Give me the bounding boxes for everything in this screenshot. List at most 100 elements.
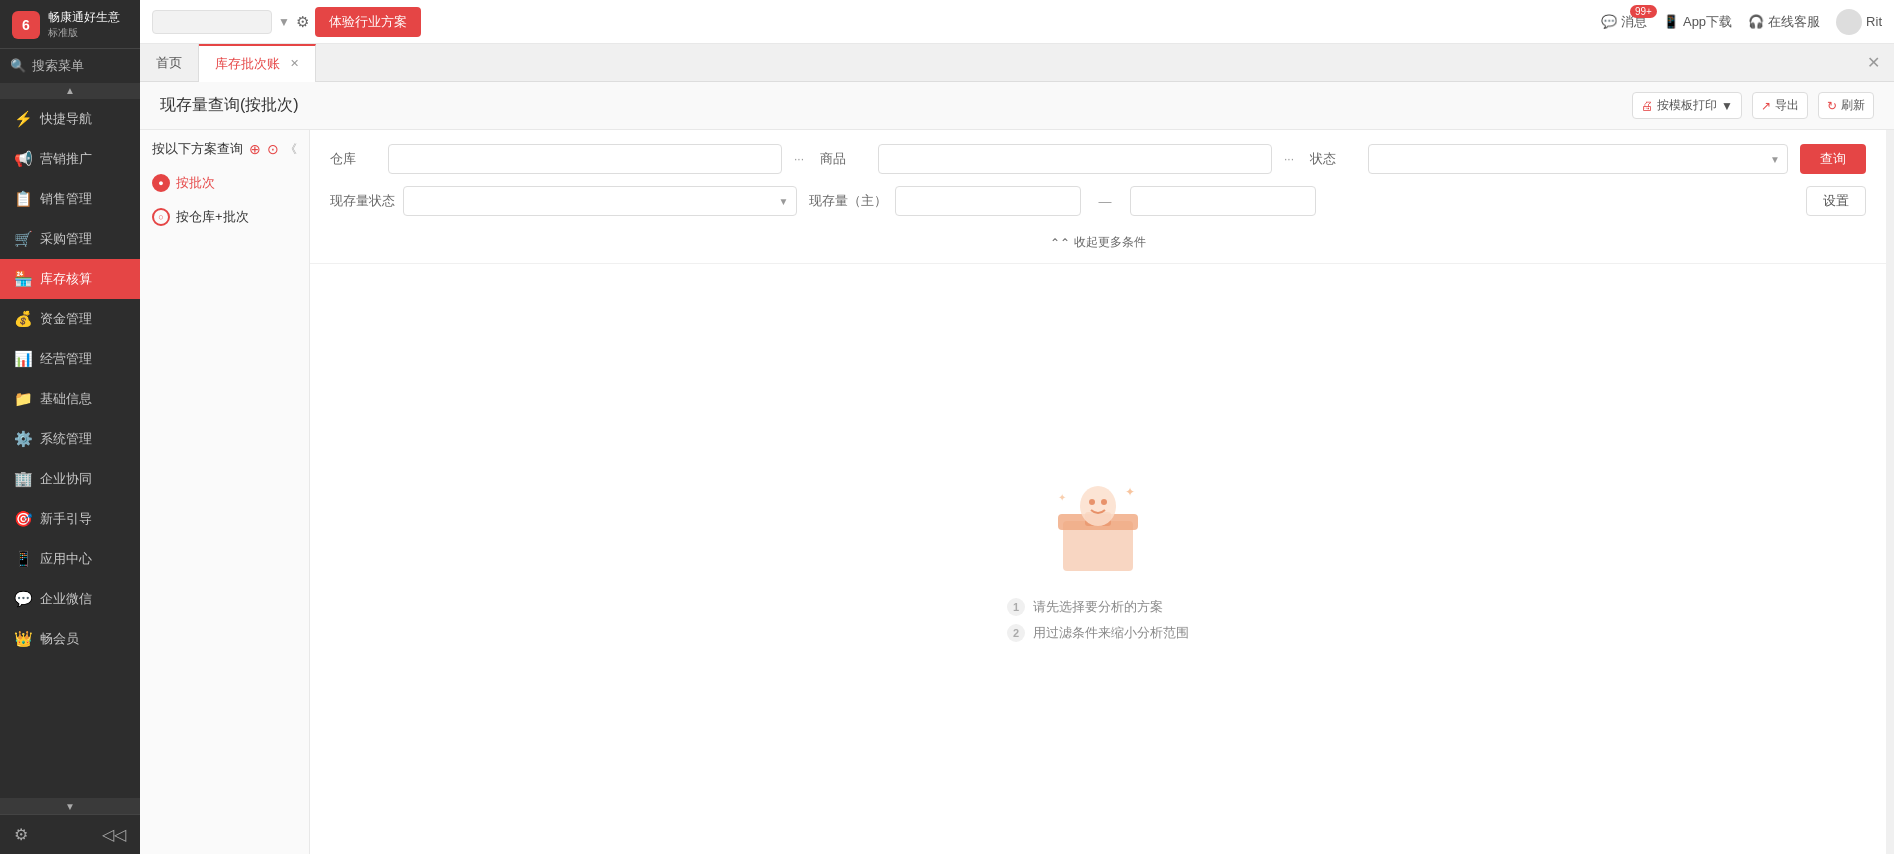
plan-item-warehouse-batch[interactable]: ○ 按仓库+批次	[140, 200, 309, 234]
purchase-icon: 🛒	[14, 230, 32, 248]
sidebar-item-system[interactable]: ⚙️ 系统管理	[0, 419, 140, 459]
right-scrollbar[interactable]	[1886, 130, 1894, 854]
empty-steps: 1 请先选择要分析的方案 2 用过滤条件来缩小分析范围	[1007, 598, 1189, 642]
search-menu-item[interactable]: 🔍 搜索菜单	[0, 49, 140, 83]
warehouse-filter-label: 仓库	[330, 150, 380, 168]
collapse-sidebar-icon[interactable]: ◁◁	[102, 825, 126, 844]
refresh-button[interactable]: ↻ 刷新	[1818, 92, 1874, 119]
sidebar-scroll-down[interactable]: ▼	[0, 798, 140, 814]
stock-status-label: 现存量状态	[330, 192, 395, 210]
messages-item[interactable]: 💬 消息 99+	[1601, 13, 1647, 31]
marketing-label: 营销推广	[40, 150, 92, 168]
product-filter-input[interactable]	[878, 144, 1272, 174]
tabbar: 首页 库存批次账 ✕ ✕	[140, 44, 1894, 82]
empty-step-2: 2 用过滤条件来缩小分析范围	[1007, 624, 1189, 642]
right-panel: 仓库 ··· 商品 ··· 状态	[310, 130, 1886, 854]
sidebar-item-basics[interactable]: 📁 基础信息	[0, 379, 140, 419]
sidebar-nav: ⚡ 快捷导航 📢 营销推广 📋 销售管理 🛒 采购管理 🏪 库存核算 💰 资金管…	[0, 99, 140, 798]
settings-button[interactable]: 设置	[1806, 186, 1866, 216]
refresh-label: 刷新	[1841, 97, 1865, 114]
app-version: 标准版	[48, 26, 120, 40]
stock-status-select-wrapper: ▼	[403, 186, 797, 216]
tab-panel-close-button[interactable]: ✕	[1853, 44, 1894, 82]
sidebar: 6 畅康通好生意 标准版 🔍 搜索菜单 ▲ ⚡ 快捷导航 📢 营销推广 📋 销售…	[0, 0, 140, 854]
settings-plan-icon[interactable]: ⊙	[267, 141, 279, 157]
tab-home[interactable]: 首页	[140, 44, 199, 82]
sidebar-item-sales[interactable]: 📋 销售管理	[0, 179, 140, 219]
purchase-label: 采购管理	[40, 230, 92, 248]
search-menu-label: 搜索菜单	[32, 57, 84, 75]
app-info: 畅康通好生意 标准版	[48, 10, 120, 40]
sidebar-item-appcenter[interactable]: 📱 应用中心	[0, 539, 140, 579]
stock-qty-dash: —	[1089, 194, 1122, 209]
filter-row-2: 现存量状态 ▼ 现存量（主） —	[330, 186, 1866, 216]
tab-close-icon[interactable]: ✕	[290, 57, 299, 70]
stock-qty-to-input[interactable]	[1130, 186, 1316, 216]
plan-warehouse-batch-label: 按仓库+批次	[176, 208, 249, 226]
app-download-label: App下载	[1683, 13, 1732, 31]
operations-label: 经营管理	[40, 350, 92, 368]
inventory-label: 库存核算	[40, 270, 92, 288]
warehouse-more-icon[interactable]: ···	[790, 152, 808, 166]
empty-illustration: ✦ ✦	[1043, 476, 1153, 586]
left-panel: 按以下方案查询 ⊕ ⊙ 《 ● 按批次 ○ 按仓库+批次	[140, 130, 310, 854]
message-icon: 💬	[1601, 14, 1617, 29]
query-button[interactable]: 查询	[1800, 144, 1866, 174]
collapse-left-icon[interactable]: 《	[285, 141, 297, 158]
print-button[interactable]: 🖨 按模板打印 ▼	[1632, 92, 1742, 119]
page-title: 现存量查询(按批次)	[160, 95, 299, 116]
user-item[interactable]: Rit	[1836, 9, 1882, 35]
settings-icon[interactable]: ⚙	[14, 825, 28, 844]
status-select[interactable]	[1368, 144, 1788, 174]
collapse-up-icon: ⌃⌃	[1050, 236, 1070, 250]
step-2-num: 2	[1007, 624, 1025, 642]
sidebar-item-enterprise[interactable]: 🏢 企业协同	[0, 459, 140, 499]
sidebar-item-member[interactable]: 👑 畅会员	[0, 619, 140, 659]
sidebar-item-wechat[interactable]: 💬 企业微信	[0, 579, 140, 619]
step-1-text: 请先选择要分析的方案	[1033, 598, 1163, 616]
industry-solution-button[interactable]: 体验行业方案	[315, 7, 421, 37]
tab-inventory-batch[interactable]: 库存批次账 ✕	[199, 44, 316, 82]
stock-status-select[interactable]	[403, 186, 797, 216]
export-button[interactable]: ↗ 导出	[1752, 92, 1808, 119]
filter-area: 仓库 ··· 商品 ··· 状态	[310, 130, 1886, 264]
enterprise-label: 企业协同	[40, 470, 92, 488]
sidebar-footer: ⚙ ◁◁	[0, 814, 140, 854]
online-service-item[interactable]: 🎧 在线客服	[1748, 13, 1820, 31]
topbar-gear-icon[interactable]: ⚙	[296, 13, 309, 31]
app-download-item[interactable]: 📱 App下载	[1663, 13, 1732, 31]
refresh-icon: ↻	[1827, 99, 1837, 113]
collapse-conditions-button[interactable]: ⌃⌃ 收起更多条件	[330, 228, 1866, 253]
filter-row-1: 仓库 ··· 商品 ··· 状态	[330, 144, 1866, 174]
sidebar-item-finance[interactable]: 💰 资金管理	[0, 299, 140, 339]
sidebar-item-shortcuts[interactable]: ⚡ 快捷导航	[0, 99, 140, 139]
add-plan-icon[interactable]: ⊕	[249, 141, 261, 157]
warehouse-filter-input[interactable]	[388, 144, 782, 174]
sidebar-item-newguide[interactable]: 🎯 新手引导	[0, 499, 140, 539]
sidebar-item-inventory[interactable]: 🏪 库存核算	[0, 259, 140, 299]
member-label: 畅会员	[40, 630, 79, 648]
inventory-icon: 🏪	[14, 270, 32, 288]
product-more-icon[interactable]: ···	[1280, 152, 1298, 166]
appcenter-label: 应用中心	[40, 550, 92, 568]
sidebar-item-operations[interactable]: 📊 经营管理	[0, 339, 140, 379]
search-icon: 🔍	[10, 58, 26, 73]
sidebar-item-purchase[interactable]: 🛒 采购管理	[0, 219, 140, 259]
basics-label: 基础信息	[40, 390, 92, 408]
newguide-label: 新手引导	[40, 510, 92, 528]
page-header: 现存量查询(按批次) 🖨 按模板打印 ▼ ↗ 导出 ↻ 刷新	[140, 82, 1894, 130]
export-label: 导出	[1775, 97, 1799, 114]
sidebar-item-marketing[interactable]: 📢 营销推广	[0, 139, 140, 179]
plan-item-batch[interactable]: ● 按批次	[140, 166, 309, 200]
member-icon: 👑	[14, 630, 32, 648]
sidebar-scroll-up[interactable]: ▲	[0, 83, 140, 99]
topbar-right: 💬 消息 99+ 📱 App下载 🎧 在线客服 Rit	[1601, 9, 1882, 35]
wechat-icon: 💬	[14, 590, 32, 608]
stock-qty-from-input[interactable]	[895, 186, 1081, 216]
topbar-search-input[interactable]	[152, 10, 272, 34]
sidebar-header: 6 畅康通好生意 标准版	[0, 0, 140, 49]
status-filter-field: 状态 ▼	[1310, 144, 1788, 174]
step-1-num: 1	[1007, 598, 1025, 616]
topbar-dropdown-arrow[interactable]: ▼	[278, 15, 290, 29]
finance-label: 资金管理	[40, 310, 92, 328]
